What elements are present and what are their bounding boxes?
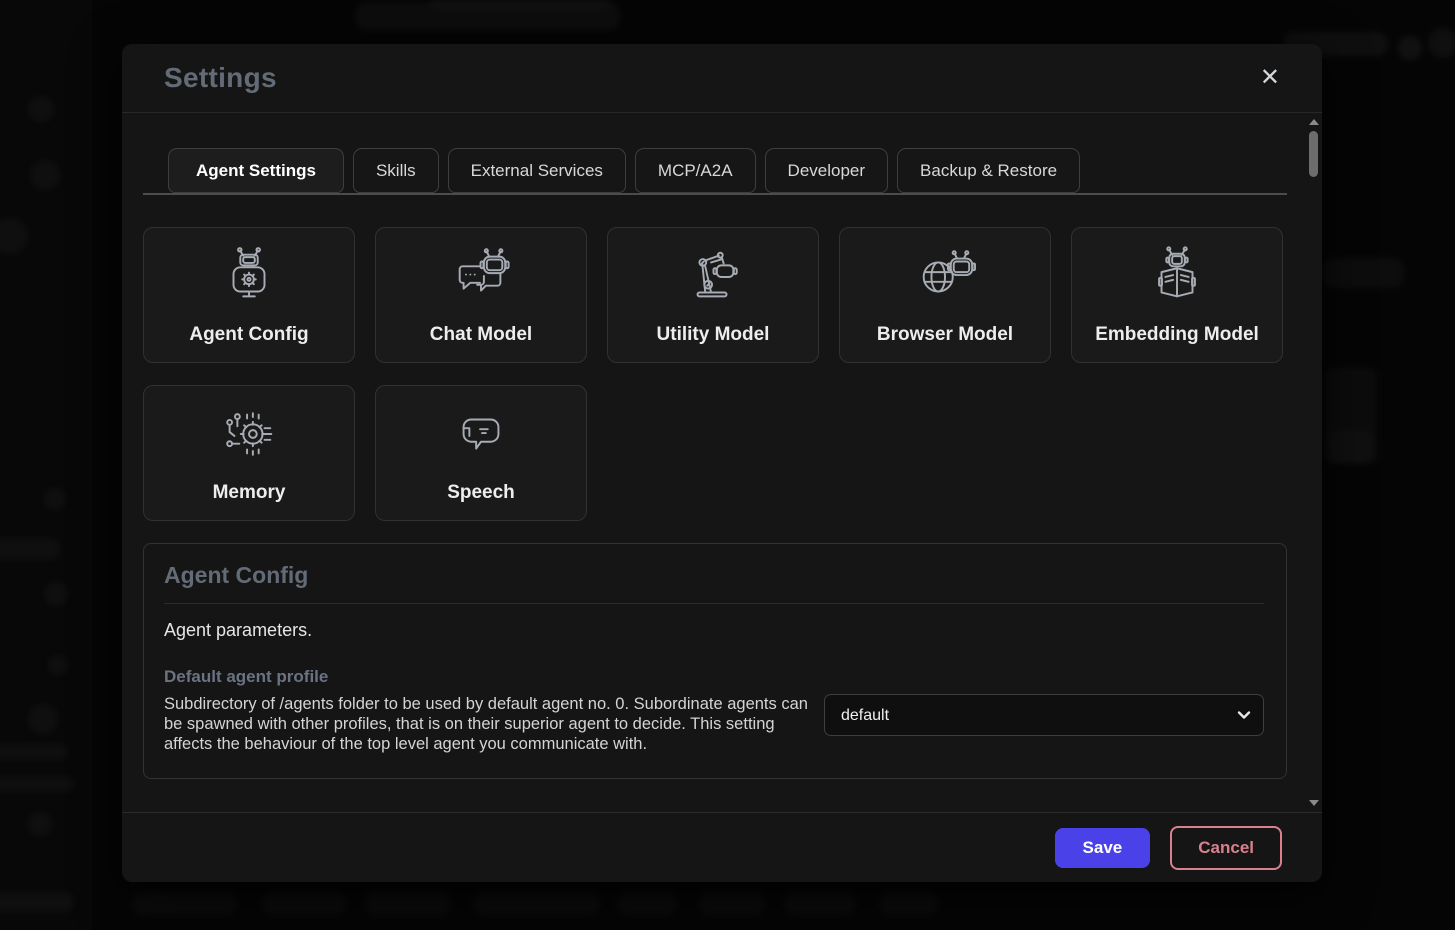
modal-scrollbar[interactable] — [1307, 115, 1320, 810]
card-agent-config[interactable]: Agent Config — [143, 227, 355, 363]
circuit-gear-icon — [218, 403, 280, 470]
save-button[interactable]: Save — [1055, 828, 1151, 868]
card-embedding-model[interactable]: Embedding Model — [1071, 227, 1283, 363]
robot-globe-icon — [914, 245, 976, 312]
field-label-default-agent-profile: Default agent profile — [164, 667, 1264, 687]
card-browser-model[interactable]: Browser Model — [839, 227, 1051, 363]
tab-backup-restore[interactable]: Backup & Restore — [897, 148, 1080, 193]
settings-tabbar: Agent Settings Skills External Services … — [143, 148, 1287, 195]
page-title: Settings — [164, 62, 277, 94]
modal-footer: Save Cancel — [122, 812, 1322, 882]
card-label: Chat Model — [430, 324, 532, 346]
cancel-button[interactable]: Cancel — [1170, 826, 1282, 870]
card-label: Embedding Model — [1095, 324, 1259, 346]
card-chat-model[interactable]: Chat Model — [375, 227, 587, 363]
card-label: Browser Model — [877, 324, 1013, 346]
robot-arm-icon — [682, 245, 744, 312]
section-title: Agent Config — [164, 562, 1264, 589]
field-row: Subdirectory of /agents folder to be use… — [164, 694, 1264, 754]
scrollbar-down-arrow-icon[interactable] — [1309, 800, 1319, 806]
tab-skills[interactable]: Skills — [353, 148, 439, 193]
robot-chat-bubbles-icon — [450, 245, 512, 312]
card-memory[interactable]: Memory — [143, 385, 355, 521]
modal-header: Settings ✕ — [122, 44, 1322, 112]
tab-developer[interactable]: Developer — [765, 148, 889, 193]
robot-reading-book-icon — [1146, 245, 1208, 312]
settings-cards-grid: Agent Config Chat Mo — [143, 227, 1287, 521]
default-agent-profile-select-wrap: default — [824, 694, 1264, 736]
tab-agent-settings[interactable]: Agent Settings — [168, 148, 344, 193]
card-utility-model[interactable]: Utility Model — [607, 227, 819, 363]
tab-mcp-a2a[interactable]: MCP/A2A — [635, 148, 756, 193]
scrollbar-up-arrow-icon[interactable] — [1309, 119, 1319, 125]
field-help-text: Subdirectory of /agents folder to be use… — [164, 694, 812, 754]
robot-monitor-gear-icon — [218, 245, 280, 312]
agent-config-section: Agent Config Agent parameters. Default a… — [143, 543, 1287, 779]
card-label: Memory — [213, 482, 286, 504]
section-description: Agent parameters. — [164, 620, 1264, 641]
scrollbar-thumb[interactable] — [1309, 131, 1318, 177]
card-label: Speech — [447, 482, 515, 504]
card-label: Agent Config — [189, 324, 308, 346]
default-agent-profile-select[interactable]: default — [824, 694, 1264, 736]
modal-body: Agent Settings Skills External Services … — [122, 113, 1322, 812]
settings-modal: Settings ✕ Agent Settings Skills Externa… — [122, 44, 1322, 882]
card-speech[interactable]: Speech — [375, 385, 587, 521]
tab-external-services[interactable]: External Services — [448, 148, 626, 193]
speech-bubble-icon — [450, 403, 512, 470]
section-divider — [164, 603, 1264, 604]
close-icon[interactable]: ✕ — [1254, 62, 1286, 94]
card-label: Utility Model — [657, 324, 770, 346]
